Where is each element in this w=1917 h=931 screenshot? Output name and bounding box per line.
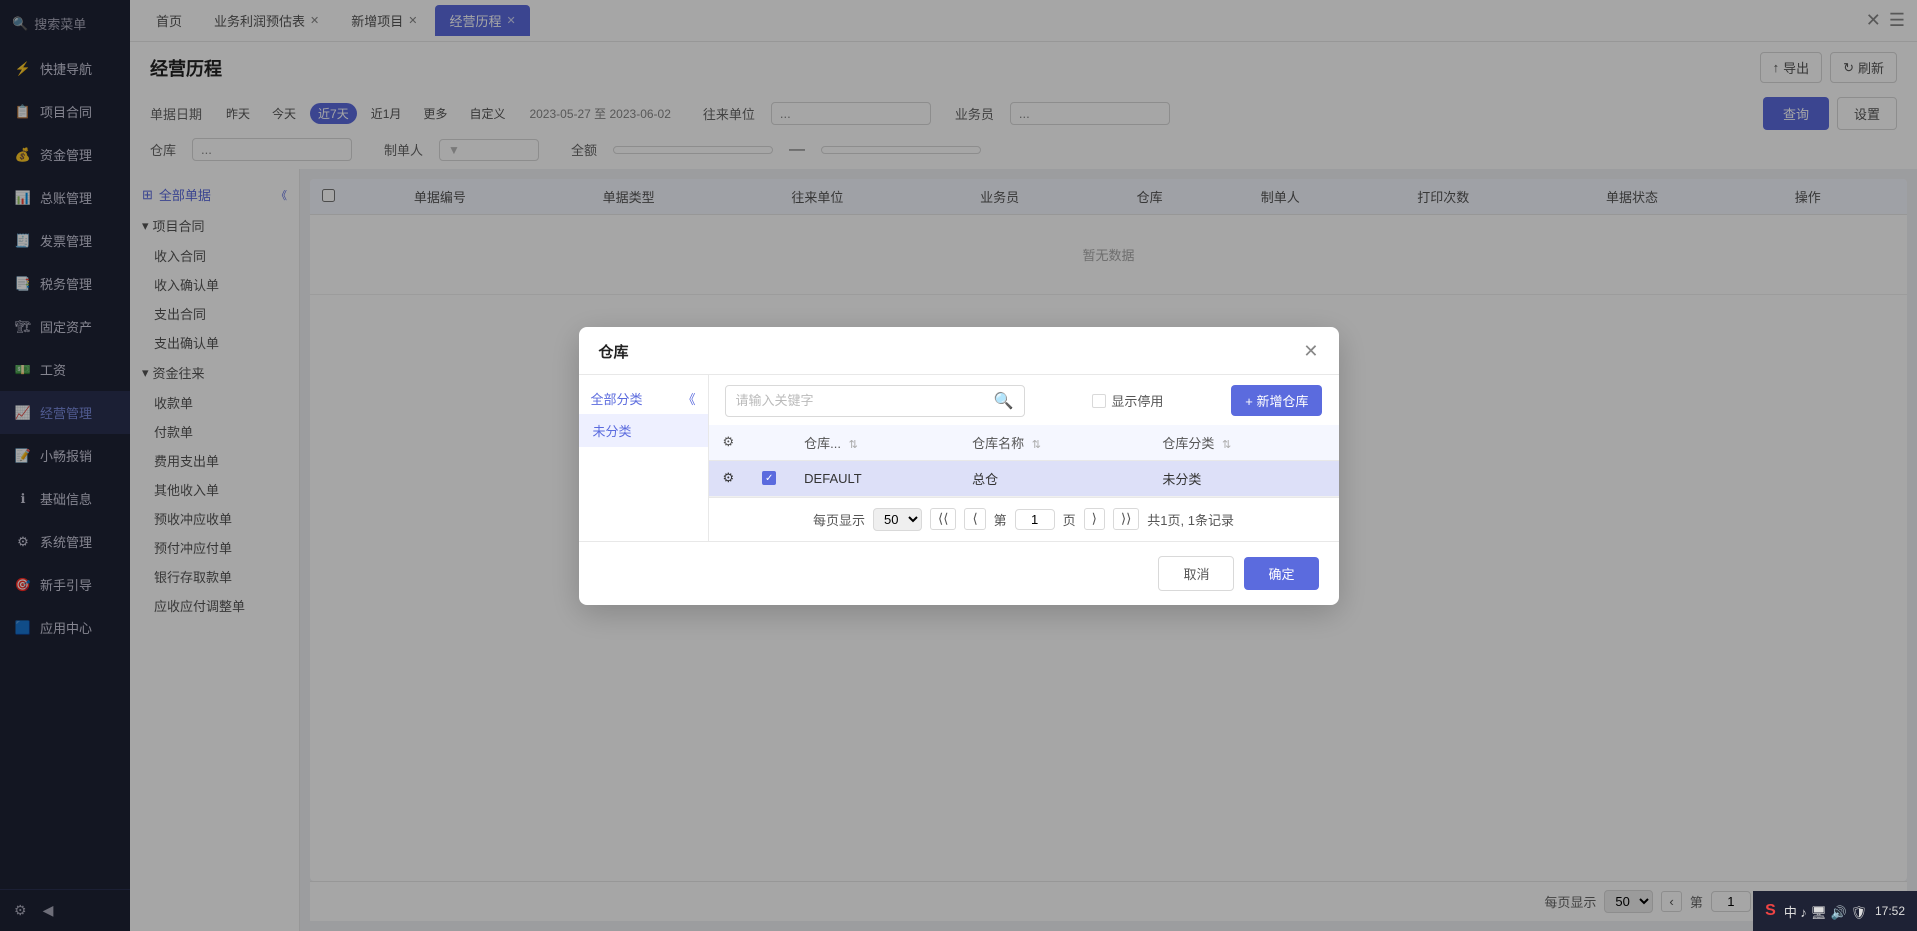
- show-disabled-checkbox[interactable]: [1092, 394, 1106, 408]
- warehouse-row-1[interactable]: ⚙ ✓ DEFAULT 总仓 未分类: [709, 460, 1339, 496]
- col-name: 仓库名称 ⇅: [958, 425, 1148, 461]
- dialog-table: ⚙ 仓库... ⇅ 仓库名称 ⇅ 仓库分类 ⇅: [709, 425, 1339, 497]
- dialog-first-btn[interactable]: ⟨⟨: [930, 508, 956, 530]
- dialog-page-label: 第: [994, 510, 1007, 529]
- dialog-sidebar-collapse[interactable]: 《: [682, 389, 695, 408]
- row-code: DEFAULT: [790, 460, 958, 496]
- dialog-table-container: ⚙ 仓库... ⇅ 仓库名称 ⇅ 仓库分类 ⇅: [709, 425, 1339, 497]
- cancel-button[interactable]: 取消: [1158, 556, 1234, 591]
- dialog-page-input[interactable]: [1015, 509, 1055, 530]
- col-category: 仓库分类 ⇅: [1148, 425, 1338, 461]
- dialog-body: 全部分类 《 未分类 🔍 显示停用: [579, 375, 1339, 541]
- dialog-sidebar: 全部分类 《 未分类: [579, 375, 709, 541]
- row-name: 总仓: [958, 460, 1148, 496]
- dialog-last-btn[interactable]: ⟩⟩: [1113, 508, 1139, 530]
- system-tray: S 中 ♪ 🖥 🔊 🛡 17:52: [1753, 891, 1917, 931]
- sort-name-icon[interactable]: ⇅: [1032, 439, 1041, 451]
- modal-overlay: 仓库 ✕ 全部分类 《 未分类 🔍: [0, 0, 1917, 931]
- dialog-actions: 取消 确定: [579, 541, 1339, 605]
- row-checkbox[interactable]: ✓: [762, 471, 776, 485]
- show-disabled-toggle[interactable]: 显示停用: [1092, 391, 1163, 410]
- row-gear-cell[interactable]: ⚙: [709, 460, 749, 496]
- tray-logo: S: [1765, 902, 1776, 920]
- show-disabled-label: 显示停用: [1111, 391, 1163, 410]
- dialog-next-btn[interactable]: ⟩: [1084, 508, 1105, 530]
- confirm-button[interactable]: 确定: [1244, 557, 1318, 590]
- dialog-total: 共1页, 1条记录: [1147, 510, 1234, 529]
- dialog-per-page-label: 每页显示: [813, 510, 865, 529]
- dialog-search-input[interactable]: [736, 393, 988, 408]
- dialog-header: 仓库 ✕: [579, 327, 1339, 375]
- dialog-title: 仓库: [599, 341, 629, 362]
- dialog-pagination: 每页显示 50 ⟨⟨ ⟨ 第 页 ⟩ ⟩⟩ 共1页, 1条记录: [709, 497, 1339, 541]
- tray-time: 17:52: [1875, 904, 1905, 918]
- all-category-label: 全部分类: [591, 389, 643, 408]
- dialog-close-button[interactable]: ✕: [1303, 341, 1318, 362]
- dialog-per-page-select[interactable]: 50: [873, 508, 922, 531]
- sort-cat-icon[interactable]: ⇅: [1222, 439, 1231, 451]
- dialog-main: 🔍 显示停用 + 新增仓库 ⚙: [709, 375, 1339, 541]
- dialog-search-box[interactable]: 🔍: [725, 385, 1025, 417]
- dialog-sidebar-all[interactable]: 全部分类 《: [579, 383, 708, 414]
- add-warehouse-button[interactable]: + 新增仓库: [1231, 385, 1322, 416]
- tray-icons: 中 ♪ 🖥 🔊 🛡: [1784, 902, 1867, 921]
- col-gear[interactable]: ⚙: [709, 425, 749, 461]
- row-category: 未分类: [1148, 460, 1338, 496]
- dialog-sidebar-uncategorized[interactable]: 未分类: [579, 414, 708, 447]
- col-check[interactable]: [748, 425, 790, 461]
- dialog-page-unit: 页: [1063, 510, 1076, 529]
- col-code: 仓库... ⇅: [790, 425, 958, 461]
- uncategorized-label: 未分类: [593, 424, 632, 439]
- dialog-search-icon: 🔍: [994, 391, 1014, 411]
- warehouse-dialog: 仓库 ✕ 全部分类 《 未分类 🔍: [579, 327, 1339, 605]
- dialog-toolbar: 🔍 显示停用 + 新增仓库: [709, 375, 1339, 425]
- row-check-cell[interactable]: ✓: [748, 460, 790, 496]
- dialog-prev-btn[interactable]: ⟨: [964, 508, 985, 530]
- sort-code-icon[interactable]: ⇅: [849, 439, 858, 451]
